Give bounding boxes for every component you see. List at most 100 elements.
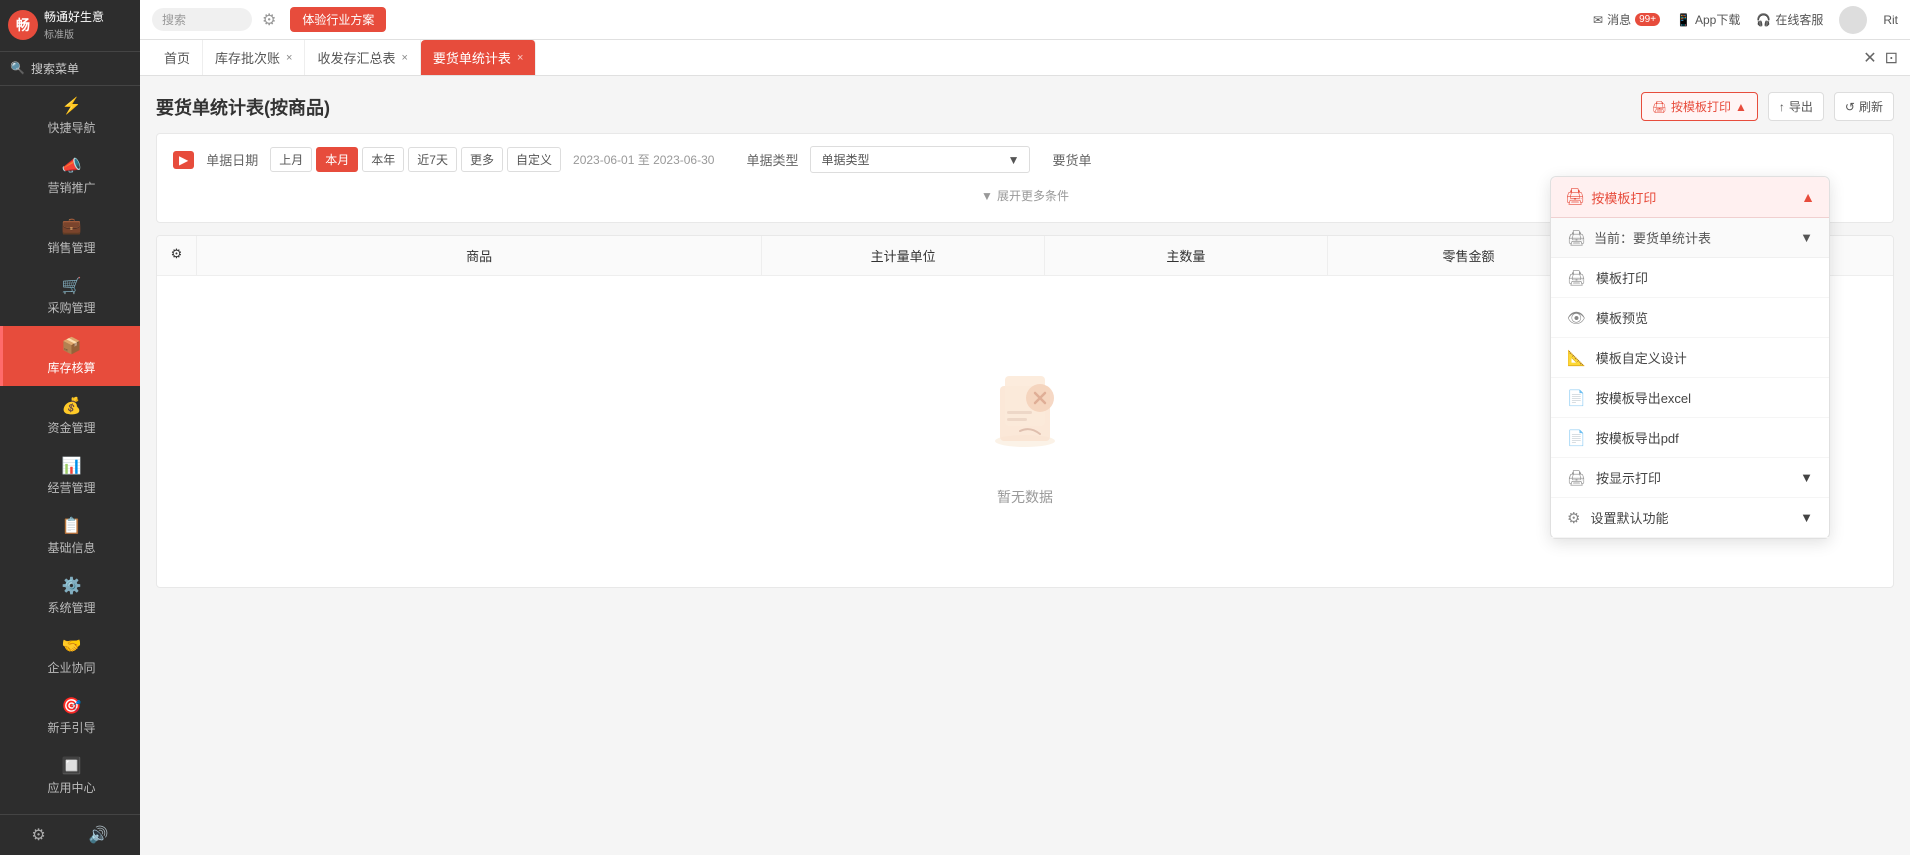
popup-current-template[interactable]: 🖨 当前：要货单统计表 ▼ [1551, 218, 1829, 258]
popup-item-template-pdf[interactable]: 📄 按模板导出pdf [1551, 418, 1829, 458]
coop-icon: 🤝 [62, 636, 82, 656]
sidebar-item-marketing[interactable]: 📣 营销推广 [0, 146, 140, 206]
header-actions: 🖨 按模板打印 ▲ ↑ 导出 ↺ 刷新 [1641, 92, 1894, 121]
sidebar-item-quick-nav[interactable]: ⚡ 快捷导航 [0, 86, 140, 146]
tab-order-stat-close[interactable]: × [517, 52, 523, 64]
topbar-search[interactable]: 搜索 [152, 8, 252, 31]
sidebar-item-finance[interactable]: 💰 资金管理 [0, 386, 140, 446]
popup-group-display-print[interactable]: 🖨 按显示打印 ▼ [1551, 458, 1829, 498]
popup-group-default-func[interactable]: ⚙ 设置默认功能 ▼ [1551, 498, 1829, 538]
popup-item-template-excel[interactable]: 📄 按模板导出excel [1551, 378, 1829, 418]
display-print-arrow: ▼ [1800, 470, 1813, 485]
col-settings[interactable]: ⚙ [157, 236, 197, 275]
messages-item[interactable]: ✉ 消息 99+ [1593, 11, 1660, 28]
popup-collapse-icon[interactable]: ▲ [1801, 189, 1815, 205]
date-buttons: 上月 本月 本年 近7天 更多 自定义 [270, 147, 561, 172]
date-btn-this-month[interactable]: 本月 [316, 147, 358, 172]
date-btn-more[interactable]: 更多 [461, 147, 503, 172]
sidebar-search[interactable]: 🔍 搜索菜单 [0, 52, 140, 86]
sidebar-item-system[interactable]: ⚙️ 系统管理 [0, 566, 140, 626]
type-select[interactable]: 单据类型 ▼ [810, 146, 1030, 173]
bottom-settings-icon[interactable]: ⚙ [31, 825, 45, 845]
tab-batch[interactable]: 库存批次账 × [203, 40, 305, 75]
sidebar-item-guide[interactable]: 🎯 新手引导 [0, 686, 140, 746]
refresh-button[interactable]: ↺ 刷新 [1834, 92, 1894, 121]
template-pdf-label: 按模板导出pdf [1596, 428, 1679, 447]
sidebar-item-label: 营销推广 [47, 179, 95, 196]
popup-item-template-design[interactable]: 📐 模板自定义设计 [1551, 338, 1829, 378]
base-icon: 📋 [62, 516, 82, 536]
tab-collection-close[interactable]: × [401, 52, 407, 64]
template-excel-icon: 📄 [1567, 389, 1586, 407]
sidebar-item-purchase[interactable]: 🛒 采购管理 [0, 266, 140, 326]
popup-current-left: 🖨 当前：要货单统计表 [1567, 228, 1711, 247]
user-avatar[interactable] [1839, 6, 1867, 34]
sidebar-item-inventory[interactable]: 📦 库存核算 [0, 326, 140, 386]
popup-print-icon: 🖨 [1565, 187, 1585, 207]
main-area: 搜索 ⚙ 体验行业方案 ✉ 消息 99+ 📱 App下载 🎧 在线客服 Rit … [140, 0, 1910, 855]
sidebar-item-label: 新手引导 [47, 719, 95, 736]
trial-button[interactable]: 体验行业方案 [290, 7, 386, 32]
template-excel-label: 按模板导出excel [1596, 388, 1691, 407]
date-btn-custom[interactable]: 自定义 [507, 147, 561, 172]
tabs-right: ✕ ⊡ [1863, 48, 1898, 68]
sidebar-item-operation[interactable]: 📊 经营管理 [0, 446, 140, 506]
template-preview-label: 模板预览 [1596, 308, 1648, 327]
print-button[interactable]: 🖨 按模板打印 ▲ [1641, 92, 1758, 121]
app-download-item[interactable]: 📱 App下载 [1676, 11, 1740, 28]
chevron-down-icon: ▼ [981, 189, 993, 203]
page-title: 要货单统计表(按商品) [156, 94, 330, 120]
sidebar: 畅 畅通好生意 标准版 🔍 搜索菜单 ⚡ 快捷导航 📣 营销推广 💼 销售管理 … [0, 0, 140, 855]
sidebar-nav: ⚡ 快捷导航 📣 营销推广 💼 销售管理 🛒 采购管理 📦 库存核算 💰 资金管… [0, 86, 140, 814]
topbar-settings-icon[interactable]: ⚙ [262, 10, 276, 30]
template-design-label: 模板自定义设计 [1596, 348, 1687, 367]
sidebar-item-label: 经营管理 [47, 479, 95, 496]
print-btn-label: 按模板打印 [1671, 98, 1731, 115]
purchase-icon: 🛒 [62, 276, 82, 296]
sidebar-item-sales[interactable]: 💼 销售管理 [0, 206, 140, 266]
sidebar-item-label: 基础信息 [47, 539, 95, 556]
date-btn-this-year[interactable]: 本年 [362, 147, 404, 172]
online-service-item[interactable]: 🎧 在线客服 [1756, 11, 1823, 28]
col-unit: 主计量单位 [762, 236, 1045, 275]
close-window-icon[interactable]: ✕ [1863, 48, 1876, 68]
template-design-icon: 📐 [1567, 349, 1586, 367]
sidebar-item-label: 企业协同 [47, 659, 95, 676]
sidebar-item-label: 系统管理 [47, 599, 95, 616]
default-func-arrow: ▼ [1800, 510, 1813, 525]
export-button[interactable]: ↑ 导出 [1768, 92, 1824, 121]
export-btn-label: 导出 [1789, 98, 1813, 115]
sidebar-item-apps[interactable]: 🔲 应用中心 [0, 746, 140, 806]
popup-title: 按模板打印 [1591, 188, 1656, 207]
sidebar-item-coop[interactable]: 🤝 企业协同 [0, 626, 140, 686]
tab-home-label: 首页 [164, 48, 190, 67]
tab-home[interactable]: 首页 [152, 40, 203, 75]
popup-item-template-preview[interactable]: 👁 模板预览 [1551, 298, 1829, 338]
print-dropdown-popup: 🖨 按模板打印 ▲ 🖨 当前：要货单统计表 ▼ 🖨 模板打印 👁 模板预览 [1550, 176, 1830, 539]
messages-badge: 99+ [1635, 13, 1660, 26]
content-area: 要货单统计表(按商品) 🖨 按模板打印 ▲ ↑ 导出 ↺ 刷新 [140, 76, 1910, 855]
popup-header[interactable]: 🖨 按模板打印 ▲ [1551, 177, 1829, 218]
display-print-label: 按显示打印 [1596, 468, 1661, 487]
template-preview-icon: 👁 [1567, 309, 1586, 327]
type-select-value: 单据类型 [821, 151, 869, 168]
expand-arrow[interactable]: ▶ [173, 151, 194, 169]
date-btn-last-month[interactable]: 上月 [270, 147, 312, 172]
date-btn-7days[interactable]: 近7天 [408, 147, 457, 172]
bottom-speaker-icon[interactable]: 🔊 [89, 825, 109, 845]
sidebar-item-wechat[interactable]: 💬 企业微信 [0, 806, 140, 814]
page-header: 要货单统计表(按商品) 🖨 按模板打印 ▲ ↑ 导出 ↺ 刷新 [156, 92, 1894, 121]
current-template-label: 当前：要货单统计表 [1594, 228, 1711, 247]
tab-order-stat[interactable]: 要货单统计表 × [421, 40, 536, 75]
display-print-icon: 🖨 [1567, 469, 1586, 487]
sidebar-item-label: 应用中心 [47, 779, 95, 796]
tab-batch-close[interactable]: × [286, 52, 292, 64]
tab-collection[interactable]: 收发存汇总表 × [305, 40, 420, 75]
empty-illustration [975, 356, 1075, 475]
export-icon: ↑ [1779, 100, 1785, 114]
user-name: Rit [1883, 13, 1898, 27]
expand-icon[interactable]: ⊡ [1885, 48, 1898, 68]
sidebar-item-base[interactable]: 📋 基础信息 [0, 506, 140, 566]
popup-item-template-print[interactable]: 🖨 模板打印 [1551, 258, 1829, 298]
date-filter-label: 单据日期 [206, 150, 258, 169]
